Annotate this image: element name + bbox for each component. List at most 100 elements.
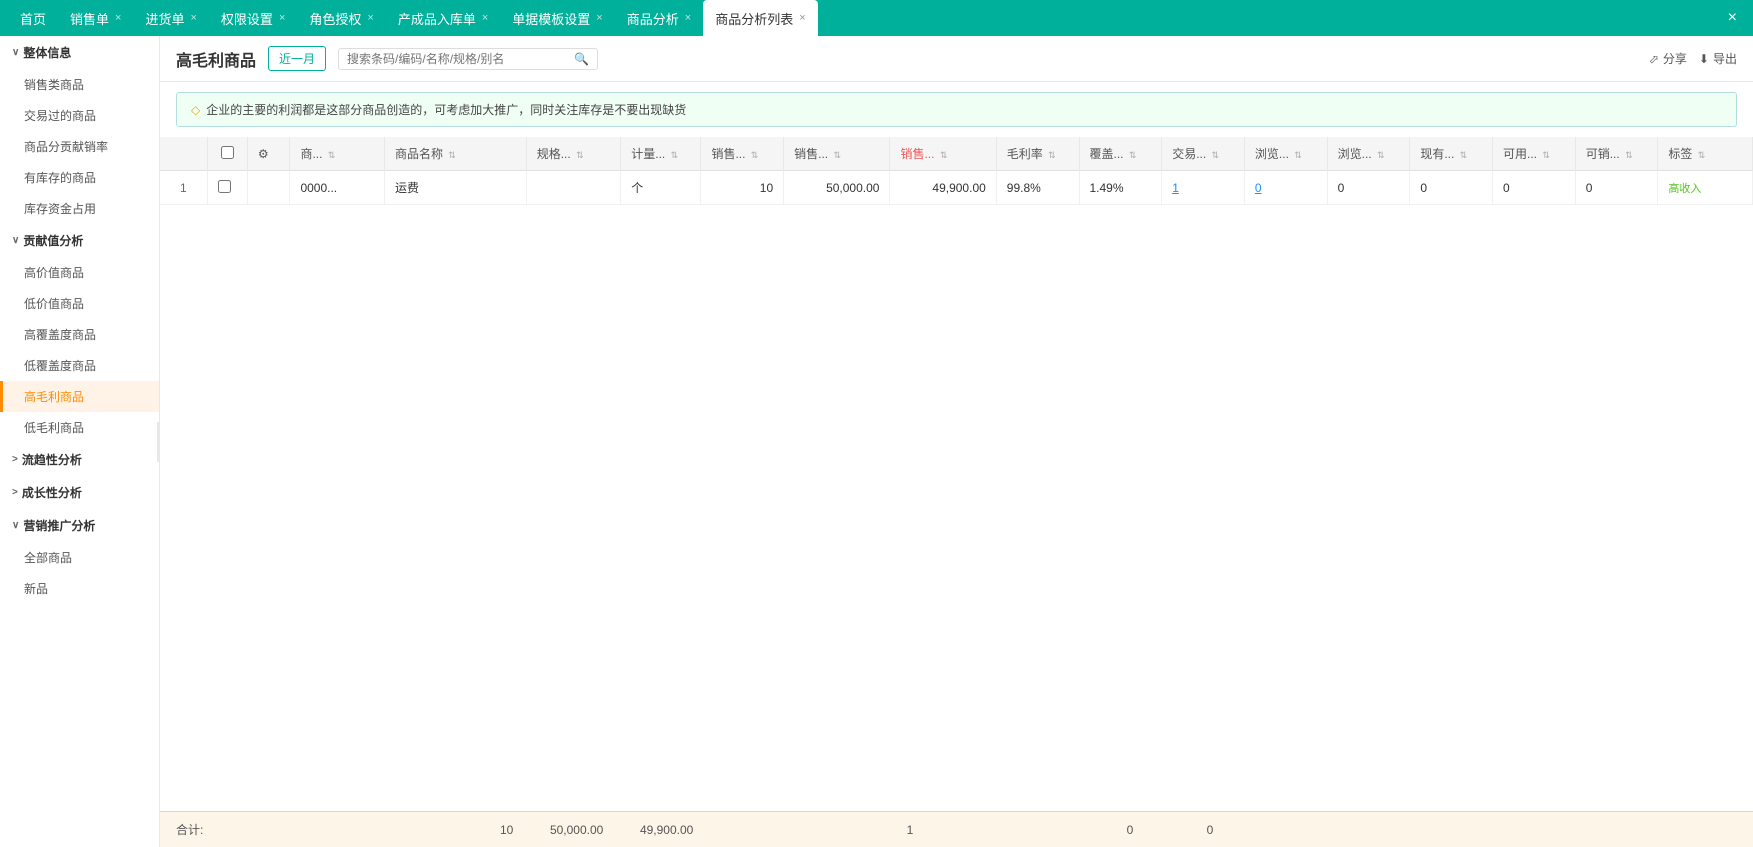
th-settings[interactable]: ⚙ xyxy=(247,137,290,171)
th-sellable-stock[interactable]: 可销... ⇅ xyxy=(1575,137,1658,171)
sidebar-item-新品[interactable]: 新品 xyxy=(0,573,159,604)
sidebar-group-label: 营销推广分析 xyxy=(23,517,95,534)
search-input[interactable] xyxy=(347,52,570,66)
cell-settings xyxy=(247,171,290,205)
table-settings-icon[interactable]: ⚙ xyxy=(258,147,269,161)
close-tab-商品分析列表[interactable]: × xyxy=(799,12,805,24)
cell-spec xyxy=(526,171,621,205)
nav-tab-进货单[interactable]: 进货单× xyxy=(133,0,208,36)
close-tab-产成品入库单[interactable]: × xyxy=(482,12,488,24)
sidebar-item-高毛利商品[interactable]: 高毛利商品 xyxy=(0,381,159,412)
close-all-tabs[interactable]: × xyxy=(1720,9,1745,27)
th-sales-amount[interactable]: 销售... ⇅ xyxy=(784,137,890,171)
header-actions: ⬀ 分享 ⬇ 导出 xyxy=(1649,50,1737,67)
close-tab-商品分析[interactable]: × xyxy=(685,12,691,24)
nav-tab-商品分析[interactable]: 商品分析× xyxy=(615,0,703,36)
cell-no: 1 xyxy=(160,171,207,205)
sidebar-item-有库存的商品[interactable]: 有库存的商品 xyxy=(0,162,159,193)
cell-browse1[interactable]: 0 xyxy=(1244,171,1327,205)
cell-unit: 个 xyxy=(621,171,701,205)
th-browse2[interactable]: 浏览... ⇅ xyxy=(1327,137,1410,171)
nav-tab-商品分析列表[interactable]: 商品分析列表× xyxy=(703,0,817,36)
nav-tab-销售单[interactable]: 销售单× xyxy=(58,0,133,36)
sidebar-group-arrow: ∨ xyxy=(12,520,19,531)
sidebar-item-低价值商品[interactable]: 低价值商品 xyxy=(0,288,159,319)
search-box: 🔍 xyxy=(338,48,598,70)
search-icon[interactable]: 🔍 xyxy=(574,52,589,66)
cell-sales-profit: 49,900.00 xyxy=(890,171,996,205)
sidebar-group-整体信息[interactable]: ∨整体信息 xyxy=(0,36,159,69)
cell-browse2: 0 xyxy=(1327,171,1410,205)
info-text: 企业的主要的利润都是这部分商品创造的，可考虑加大推广，同时关注库存是不要出现缺货 xyxy=(206,101,686,118)
th-current-stock[interactable]: 现有... ⇅ xyxy=(1410,137,1493,171)
th-sales-count[interactable]: 销售... ⇅ xyxy=(701,137,784,171)
th-gross-margin[interactable]: 毛利率 ⇅ xyxy=(996,137,1079,171)
cell-sales-amount: 50,000.00 xyxy=(784,171,890,205)
sidebar-group-贡献值分析[interactable]: ∨ 贡献值分析 xyxy=(0,224,159,257)
cell-current-stock: 0 xyxy=(1410,171,1493,205)
th-tag[interactable]: 标签 ⇅ xyxy=(1658,137,1753,171)
nav-tab-首页[interactable]: 首页 xyxy=(8,0,58,36)
share-icon: ⬀ xyxy=(1649,52,1659,66)
nav-tab-产成品入库单[interactable]: 产成品入库单× xyxy=(386,0,500,36)
th-sales-profit[interactable]: 销售... ⇅ xyxy=(890,137,996,171)
export-icon: ⬇ xyxy=(1699,52,1709,66)
close-tab-进货单[interactable]: × xyxy=(190,12,196,24)
table-row: 10000...运费个1050,000.0049,900.0099.8%1.49… xyxy=(160,171,1753,205)
th-name[interactable]: 商品名称 ⇅ xyxy=(384,137,526,171)
sidebar-item-低毛利商品[interactable]: 低毛利商品 xyxy=(0,412,159,443)
sidebar-group-成长性分析[interactable]: >成长性分析 xyxy=(0,476,159,509)
close-tab-角色授权[interactable]: × xyxy=(367,12,373,24)
cell-sellable-stock: 0 xyxy=(1575,171,1658,205)
select-all-checkbox[interactable] xyxy=(221,146,234,159)
nav-tab-角色授权[interactable]: 角色授权× xyxy=(297,0,385,36)
footer-sales-amount: 50,000.00 xyxy=(523,823,613,837)
sidebar: « ∨整体信息销售类商品交易过的商品商品分贡献销率有库存的商品库存资金占用 ∨ 贡献… xyxy=(0,36,160,847)
footer-sales-count: 10 xyxy=(443,823,523,837)
cell-transaction-link[interactable]: 1 xyxy=(1172,181,1179,195)
th-unit[interactable]: 计量... ⇅ xyxy=(621,137,701,171)
footer-transaction: 1 xyxy=(843,823,923,837)
sidebar-item-库存资金占用[interactable]: 库存资金占用 xyxy=(0,193,159,224)
nav-tab-单据模板设置[interactable]: 单据模板设置× xyxy=(500,0,614,36)
cell-coverage: 1.49% xyxy=(1079,171,1162,205)
footer-label: 合计: xyxy=(176,821,203,838)
sidebar-group-label: 成长性分析 xyxy=(22,484,82,501)
sidebar-group-arrow: ∨ xyxy=(12,235,19,246)
sidebar-item-高价值商品[interactable]: 高价值商品 xyxy=(0,257,159,288)
th-code[interactable]: 商... ⇅ xyxy=(290,137,385,171)
table-wrapper[interactable]: ⚙ 商... ⇅ 商品名称 ⇅ 规格... ⇅ 计量... ⇅ 销售... ⇅ … xyxy=(160,137,1753,847)
table-header-row: ⚙ 商... ⇅ 商品名称 ⇅ 规格... ⇅ 计量... ⇅ 销售... ⇅ … xyxy=(160,137,1753,171)
close-tab-销售单[interactable]: × xyxy=(115,12,121,24)
sidebar-group-营销推广分析[interactable]: ∨ 营销推广分析 xyxy=(0,509,159,542)
sidebar-item-销售类商品[interactable]: 销售类商品 xyxy=(0,69,159,100)
th-transaction[interactable]: 交易... ⇅ xyxy=(1162,137,1245,171)
th-coverage[interactable]: 覆盖... ⇅ xyxy=(1079,137,1162,171)
th-spec[interactable]: 规格... ⇅ xyxy=(526,137,621,171)
sidebar-item-高覆盖度商品[interactable]: 高覆盖度商品 xyxy=(0,319,159,350)
share-button[interactable]: ⬀ 分享 xyxy=(1649,50,1687,67)
cell-available-stock: 0 xyxy=(1493,171,1576,205)
sidebar-collapse-btn[interactable]: « xyxy=(157,422,160,462)
row-checkbox[interactable] xyxy=(218,180,231,193)
cell-browse1-link[interactable]: 0 xyxy=(1255,181,1262,195)
time-filter-button[interactable]: 近一月 xyxy=(268,46,326,71)
export-button[interactable]: ⬇ 导出 xyxy=(1699,50,1737,67)
footer-values: 10 50,000.00 49,900.00 1 0 0 xyxy=(223,823,1223,837)
cell-transaction[interactable]: 1 xyxy=(1162,171,1245,205)
cell-checkbox[interactable] xyxy=(207,171,247,205)
th-available-stock[interactable]: 可用... ⇅ xyxy=(1493,137,1576,171)
sidebar-group-arrow: > xyxy=(12,454,18,465)
close-tab-权限设置[interactable]: × xyxy=(279,12,285,24)
sidebar-item-全部商品[interactable]: 全部商品 xyxy=(0,542,159,573)
nav-tab-权限设置[interactable]: 权限设置× xyxy=(209,0,297,36)
sidebar-group-流趋性分析[interactable]: >流趋性分析 xyxy=(0,443,159,476)
sidebar-item-低覆盖度商品[interactable]: 低覆盖度商品 xyxy=(0,350,159,381)
close-tab-单据模板设置[interactable]: × xyxy=(596,12,602,24)
sidebar-group-label: 贡献值分析 xyxy=(23,232,83,249)
sidebar-item-交易过的商品[interactable]: 交易过的商品 xyxy=(0,100,159,131)
cell-tag: 高收入 xyxy=(1658,171,1753,205)
sidebar-item-商品分贡献销率[interactable]: 商品分贡献销率 xyxy=(0,131,159,162)
th-browse1[interactable]: 浏览... ⇅ xyxy=(1244,137,1327,171)
cell-name: 运费 xyxy=(384,171,526,205)
